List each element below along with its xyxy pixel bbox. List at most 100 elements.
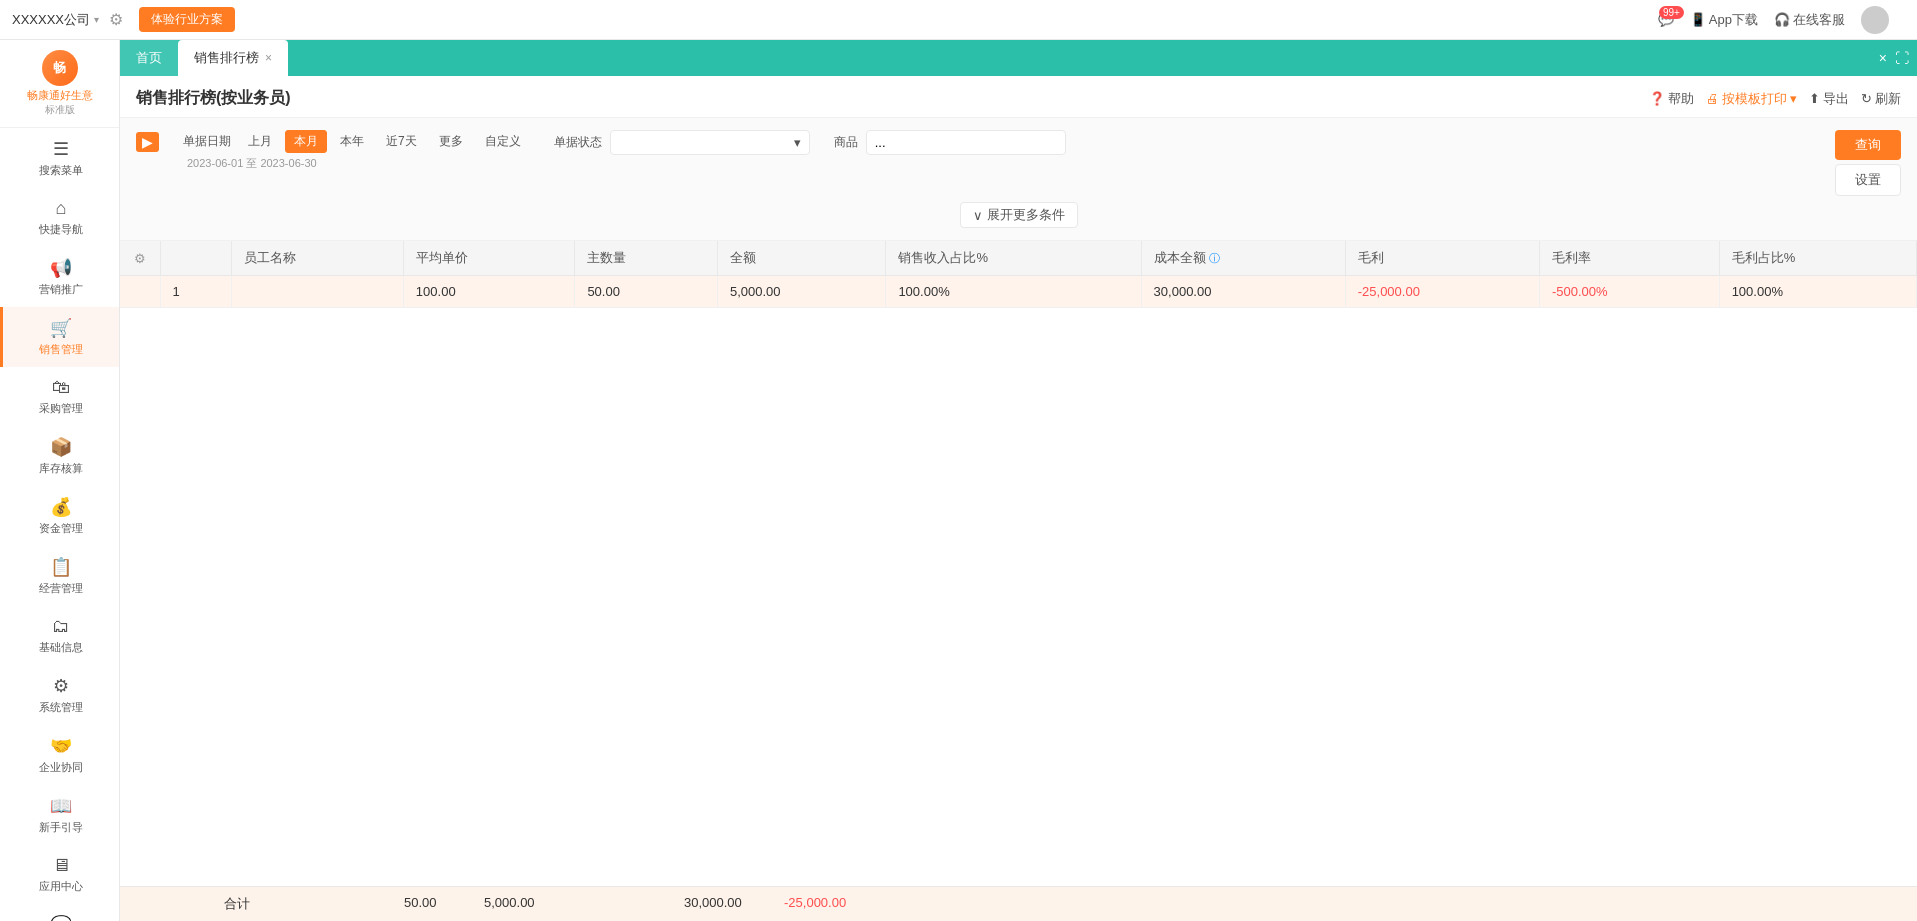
- sidebar-item-wechat[interactable]: 💬 企业微信: [0, 904, 119, 921]
- sidebar-label-app-center: 应用中心: [39, 879, 83, 894]
- sidebar-label-system: 系统管理: [39, 700, 83, 715]
- table-header-row: ⚙ 员工名称 平均单价 主数量 全额 销售收入占比% 成本全额 ⓘ 毛利 毛利率…: [120, 241, 1917, 276]
- date-tab-more[interactable]: 更多: [430, 130, 472, 153]
- operation-icon: 📋: [50, 556, 72, 578]
- cost-amount-info-icon[interactable]: ⓘ: [1209, 252, 1220, 264]
- filter-toggle-icon[interactable]: ▶: [136, 132, 159, 152]
- cooperation-icon: 🤝: [50, 735, 72, 757]
- app-center-icon: 🖥: [52, 855, 70, 876]
- cell-settings: [120, 276, 160, 308]
- company-selector[interactable]: XXXXXX公司 ▾: [12, 11, 99, 29]
- top-bar-right: 💬 99+ 📱 App下载 🎧 在线客服: [1658, 6, 1905, 34]
- col-gross-pct: 毛利占比%: [1719, 241, 1916, 276]
- table-footer: 合计 50.00 5,000.00 30,000.00 -25,000.00: [120, 886, 1917, 921]
- date-tab-last-month[interactable]: 上月: [239, 130, 281, 153]
- gear-icon[interactable]: ⚙: [109, 10, 123, 29]
- col-rank: [160, 241, 232, 276]
- export-action[interactable]: ⬆ 导出: [1809, 90, 1849, 108]
- sidebar-item-marketing[interactable]: 📢 营销推广: [0, 247, 119, 307]
- sidebar-item-purchase[interactable]: 🛍 采购管理: [0, 367, 119, 426]
- guide-icon: 📖: [50, 795, 72, 817]
- date-tab-7days[interactable]: 近7天: [377, 130, 426, 153]
- top-bar: XXXXXX公司 ▾ ⚙ 体验行业方案 💬 99+ 📱 App下载 🎧 在线客服: [0, 0, 1917, 40]
- avatar[interactable]: [1861, 6, 1889, 34]
- date-tab-this-month[interactable]: 本月: [285, 130, 327, 153]
- sidebar: 畅 畅康通好生意 标准版 ☰ 搜索菜单 ⌂ 快捷导航 📢 营销推广 🛒 销售管理…: [0, 40, 120, 921]
- sidebar-label-sales: 销售管理: [39, 342, 83, 357]
- export-label: 导出: [1823, 90, 1849, 108]
- sidebar-item-basic-info[interactable]: 🗂 基础信息: [0, 606, 119, 665]
- sidebar-item-sales[interactable]: 🛒 销售管理: [0, 307, 119, 367]
- expand-label: 展开更多条件: [987, 206, 1065, 224]
- date-tab-custom[interactable]: 自定义: [476, 130, 530, 153]
- col-main-qty: 主数量: [575, 241, 718, 276]
- tab-home[interactable]: 首页: [120, 40, 178, 76]
- refresh-icon: ↻: [1861, 91, 1872, 106]
- window-expand-icon[interactable]: ⛶: [1895, 50, 1909, 66]
- app-download-label: App下载: [1709, 11, 1758, 29]
- refresh-action[interactable]: ↻ 刷新: [1861, 90, 1901, 108]
- status-filter-group: 单据状态 ▾: [554, 130, 810, 155]
- settings-button[interactable]: 设置: [1835, 164, 1901, 196]
- message-icon-wrap[interactable]: 💬 99+: [1658, 12, 1674, 27]
- goods-input-placeholder: ...: [875, 135, 886, 150]
- search-menu-icon: ☰: [53, 138, 69, 160]
- sidebar-item-guide[interactable]: 📖 新手引导: [0, 785, 119, 845]
- footer-rank: [172, 895, 212, 913]
- sidebar-item-finance[interactable]: 💰 资金管理: [0, 486, 119, 546]
- date-tab-this-year[interactable]: 本年: [331, 130, 373, 153]
- date-filter-row: 单据日期 上月 本月 本年 近7天 更多 自定义: [183, 130, 530, 153]
- sidebar-item-inventory[interactable]: 📦 库存核算: [0, 426, 119, 486]
- status-select[interactable]: ▾: [610, 130, 810, 155]
- window-close-icon[interactable]: ×: [1879, 50, 1887, 66]
- help-action[interactable]: ❓ 帮助: [1649, 90, 1694, 108]
- sidebar-item-app-center[interactable]: 🖥 应用中心: [0, 845, 119, 904]
- col-settings[interactable]: ⚙: [120, 241, 160, 276]
- date-range-text: 2023-06-01 至 2023-06-30: [187, 157, 317, 169]
- sidebar-label-operation: 经营管理: [39, 581, 83, 596]
- export-icon: ⬆: [1809, 91, 1820, 106]
- goods-input[interactable]: ...: [866, 130, 1066, 155]
- cell-cost-amount: 30,000.00: [1141, 276, 1345, 308]
- sidebar-item-search-orders[interactable]: ☰ 搜索菜单: [0, 128, 119, 188]
- logo-sub: 标准版: [45, 103, 75, 117]
- page-title: 销售排行榜(按业务员): [136, 88, 291, 109]
- expand-row: ∨ 展开更多条件: [136, 196, 1901, 228]
- refresh-label: 刷新: [1875, 90, 1901, 108]
- tab-close-icon[interactable]: ×: [265, 51, 272, 65]
- cell-rank: 1: [160, 276, 232, 308]
- date-filter-group: 单据日期 上月 本月 本年 近7天 更多 自定义 2023-06-0: [183, 130, 530, 171]
- sidebar-item-operation[interactable]: 📋 经营管理: [0, 546, 119, 606]
- sidebar-label-cooperation: 企业协同: [39, 760, 83, 775]
- print-action[interactable]: 🖨 按模板打印 ▾: [1706, 90, 1797, 108]
- sidebar-label-quick-nav: 快捷导航: [39, 222, 83, 237]
- trial-button[interactable]: 体验行业方案: [139, 7, 235, 32]
- col-cost-amount: 成本全额 ⓘ: [1141, 241, 1345, 276]
- sales-ranking-tab-label: 销售排行榜: [194, 49, 259, 67]
- print-label: 按模板打印: [1722, 90, 1787, 108]
- date-filter-label: 单据日期: [183, 133, 231, 150]
- expand-conditions-button[interactable]: ∨ 展开更多条件: [960, 202, 1078, 228]
- sidebar-logo: 畅 畅康通好生意 标准版: [0, 40, 119, 128]
- col-avg-price: 平均单价: [403, 241, 575, 276]
- sidebar-item-cooperation[interactable]: 🤝 企业协同: [0, 725, 119, 785]
- message-badge: 99+: [1659, 6, 1684, 19]
- sidebar-item-system[interactable]: ⚙ 系统管理: [0, 665, 119, 725]
- home-icon: ⌂: [56, 198, 67, 219]
- col-sales-pct: 销售收入占比%: [886, 241, 1141, 276]
- sidebar-item-quick-nav[interactable]: ⌂ 快捷导航: [0, 188, 119, 247]
- help-label: 帮助: [1668, 90, 1694, 108]
- tab-sales-ranking[interactable]: 销售排行榜 ×: [178, 40, 288, 76]
- status-filter-label: 单据状态: [554, 134, 602, 151]
- column-settings-icon[interactable]: ⚙: [134, 251, 146, 266]
- wechat-icon: 💬: [50, 914, 72, 921]
- date-range-display: 2023-06-01 至 2023-06-30: [183, 155, 530, 171]
- page-header: 销售排行榜(按业务员) ❓ 帮助 🖨 按模板打印 ▾ ⬆ 导出: [120, 76, 1917, 118]
- app-download-link[interactable]: 📱 App下载: [1690, 11, 1758, 29]
- online-service-link[interactable]: 🎧 在线客服: [1774, 11, 1845, 29]
- sidebar-label-finance: 资金管理: [39, 521, 83, 536]
- logo-icon: 畅: [42, 50, 78, 86]
- system-icon: ⚙: [53, 675, 69, 697]
- cell-avg-price: 100.00: [403, 276, 575, 308]
- query-button[interactable]: 查询: [1835, 130, 1901, 160]
